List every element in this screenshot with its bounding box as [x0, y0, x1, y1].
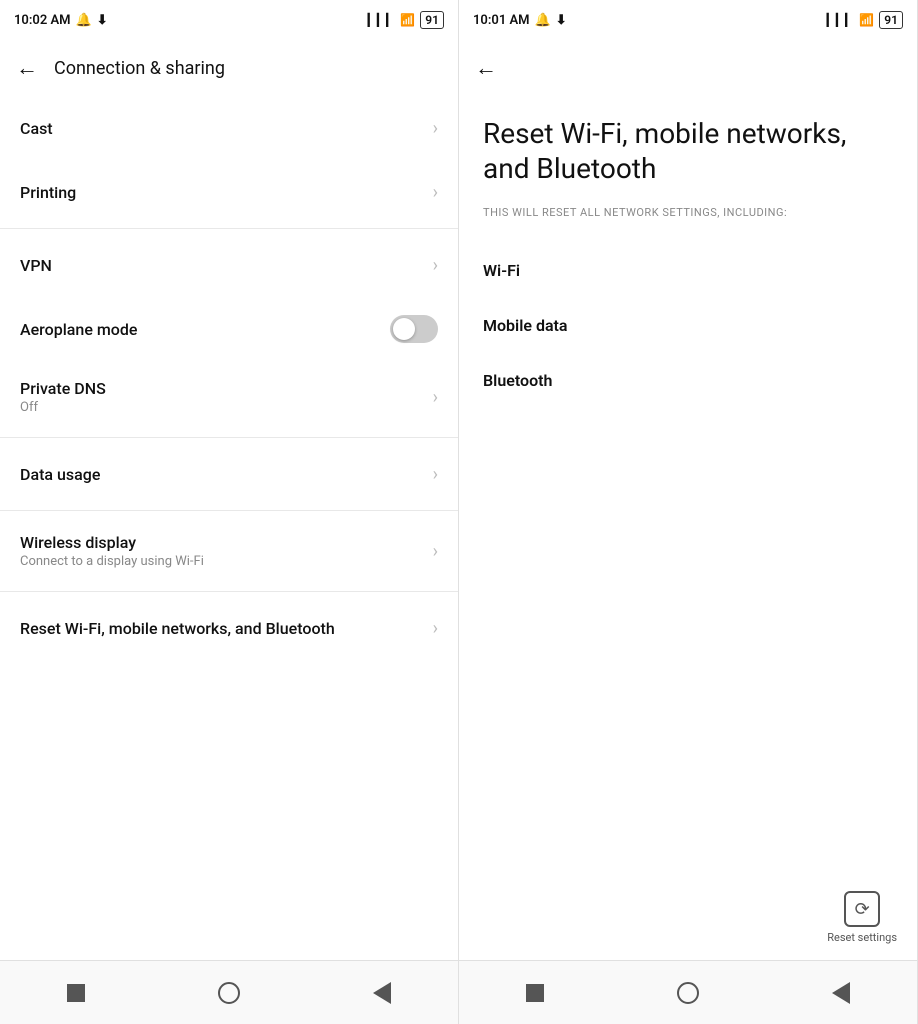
setting-item-private-dns[interactable]: Private DNS Off › [0, 361, 458, 433]
cast-chevron: › [433, 118, 438, 139]
reset-settings-button[interactable]: ⟳ Reset settings [827, 891, 897, 944]
left-nav-recent[interactable] [60, 977, 92, 1009]
left-battery: 91 [420, 11, 444, 29]
wireless-display-chevron: › [433, 541, 438, 562]
divider-4 [0, 591, 458, 592]
setting-item-printing[interactable]: Printing › [0, 160, 458, 224]
right-toolbar: ← [459, 40, 917, 96]
right-bottom-nav [459, 960, 917, 1024]
right-wifi-icon: 📶 [859, 13, 874, 27]
right-panel: 10:01 AM 🔔 ⬇ ▎▎▎ 📶 91 ← Reset Wi-Fi, mob… [459, 0, 918, 1024]
reset-wifi-chevron: › [433, 618, 438, 639]
right-status-bar: 10:01 AM 🔔 ⬇ ▎▎▎ 📶 91 [459, 0, 917, 40]
setting-item-data-usage-left: Data usage [20, 465, 100, 484]
left-download-icon: ⬇ [97, 13, 108, 28]
right-content: Reset Wi-Fi, mobile networks, and Blueto… [459, 96, 917, 875]
reset-settings-icon-inner: ⟳ [855, 899, 870, 920]
right-nav-back[interactable] [825, 977, 857, 1009]
setting-item-aeroplane[interactable]: Aeroplane mode [0, 297, 458, 361]
left-panel: 10:02 AM 🔔 ⬇ ▎▎▎ 📶 91 ← Connection & sha… [0, 0, 459, 1024]
data-usage-label: Data usage [20, 465, 100, 484]
left-time-text: 10:02 AM [14, 13, 71, 28]
private-dns-label: Private DNS [20, 379, 106, 398]
setting-item-cast[interactable]: Cast › [0, 96, 458, 160]
vpn-chevron: › [433, 255, 438, 276]
wireless-display-sublabel: Connect to a display using Wi-Fi [20, 554, 204, 569]
reset-page-title: Reset Wi-Fi, mobile networks, and Blueto… [483, 116, 893, 186]
right-alarm-icon: 🔔 [535, 13, 551, 28]
setting-item-reset-wifi[interactable]: Reset Wi-Fi, mobile networks, and Blueto… [0, 596, 458, 660]
aeroplane-label: Aeroplane mode [20, 320, 137, 339]
left-signal-icon: ▎▎▎ [368, 13, 396, 27]
reset-action-area: ⟳ Reset settings [459, 875, 917, 960]
right-nav-recent[interactable] [519, 977, 551, 1009]
right-status-icons: ▎▎▎ 📶 91 [827, 11, 903, 29]
reset-list-item-mobile-data: Mobile data [483, 298, 893, 353]
divider-3 [0, 510, 458, 511]
left-settings-list: Cast › Printing › VPN › Aeroplane mode [0, 96, 458, 960]
divider-2 [0, 437, 458, 438]
setting-item-cast-left: Cast [20, 119, 53, 138]
left-status-icons: ▎▎▎ 📶 91 [368, 11, 444, 29]
cast-label: Cast [20, 119, 53, 138]
setting-item-private-dns-left: Private DNS Off [20, 379, 106, 415]
right-triangle-icon [832, 982, 850, 1004]
left-alarm-icon: 🔔 [76, 13, 92, 28]
right-status-time: 10:01 AM 🔔 ⬇ [473, 13, 567, 28]
setting-item-vpn-left: VPN [20, 256, 52, 275]
setting-item-aeroplane-left: Aeroplane mode [20, 320, 137, 339]
divider-1 [0, 228, 458, 229]
left-nav-home[interactable] [213, 977, 245, 1009]
printing-chevron: › [433, 182, 438, 203]
setting-item-data-usage[interactable]: Data usage › [0, 442, 458, 506]
private-dns-chevron: › [433, 387, 438, 408]
reset-settings-icon: ⟳ [844, 891, 880, 927]
left-status-time: 10:02 AM 🔔 ⬇ [14, 13, 108, 28]
right-back-button[interactable]: ← [475, 55, 497, 81]
right-battery: 91 [879, 11, 903, 29]
data-usage-chevron: › [433, 464, 438, 485]
left-square-icon [67, 984, 85, 1002]
reset-list-item-wifi: Wi-Fi [483, 243, 893, 298]
reset-wifi-label: Reset Wi-Fi, mobile networks, and Blueto… [20, 619, 335, 638]
printing-label: Printing [20, 183, 76, 202]
setting-item-reset-wifi-left: Reset Wi-Fi, mobile networks, and Blueto… [20, 619, 335, 638]
private-dns-sublabel: Off [20, 400, 106, 415]
left-toolbar-title: Connection & sharing [54, 58, 225, 79]
reset-list-item-bluetooth: Bluetooth [483, 353, 893, 408]
aeroplane-toggle[interactable] [390, 315, 438, 343]
wireless-display-label: Wireless display [20, 533, 204, 552]
setting-item-vpn[interactable]: VPN › [0, 233, 458, 297]
reset-page-subtitle: THIS WILL RESET ALL NETWORK SETTINGS, IN… [483, 206, 893, 219]
left-bottom-nav [0, 960, 458, 1024]
vpn-label: VPN [20, 256, 52, 275]
left-back-button[interactable]: ← [16, 55, 38, 81]
setting-item-wireless-display-left: Wireless display Connect to a display us… [20, 533, 204, 569]
right-signal-icon: ▎▎▎ [827, 13, 855, 27]
left-status-bar: 10:02 AM 🔔 ⬇ ▎▎▎ 📶 91 [0, 0, 458, 40]
left-triangle-icon [373, 982, 391, 1004]
setting-item-printing-left: Printing [20, 183, 76, 202]
right-nav-home[interactable] [672, 977, 704, 1009]
right-circle-icon [677, 982, 699, 1004]
left-wifi-icon: 📶 [400, 13, 415, 27]
right-square-icon [526, 984, 544, 1002]
right-time-text: 10:01 AM [473, 13, 530, 28]
right-download-icon: ⬇ [556, 13, 567, 28]
reset-settings-label: Reset settings [827, 931, 897, 944]
left-circle-icon [218, 982, 240, 1004]
left-nav-back[interactable] [366, 977, 398, 1009]
left-toolbar: ← Connection & sharing [0, 40, 458, 96]
setting-item-wireless-display[interactable]: Wireless display Connect to a display us… [0, 515, 458, 587]
